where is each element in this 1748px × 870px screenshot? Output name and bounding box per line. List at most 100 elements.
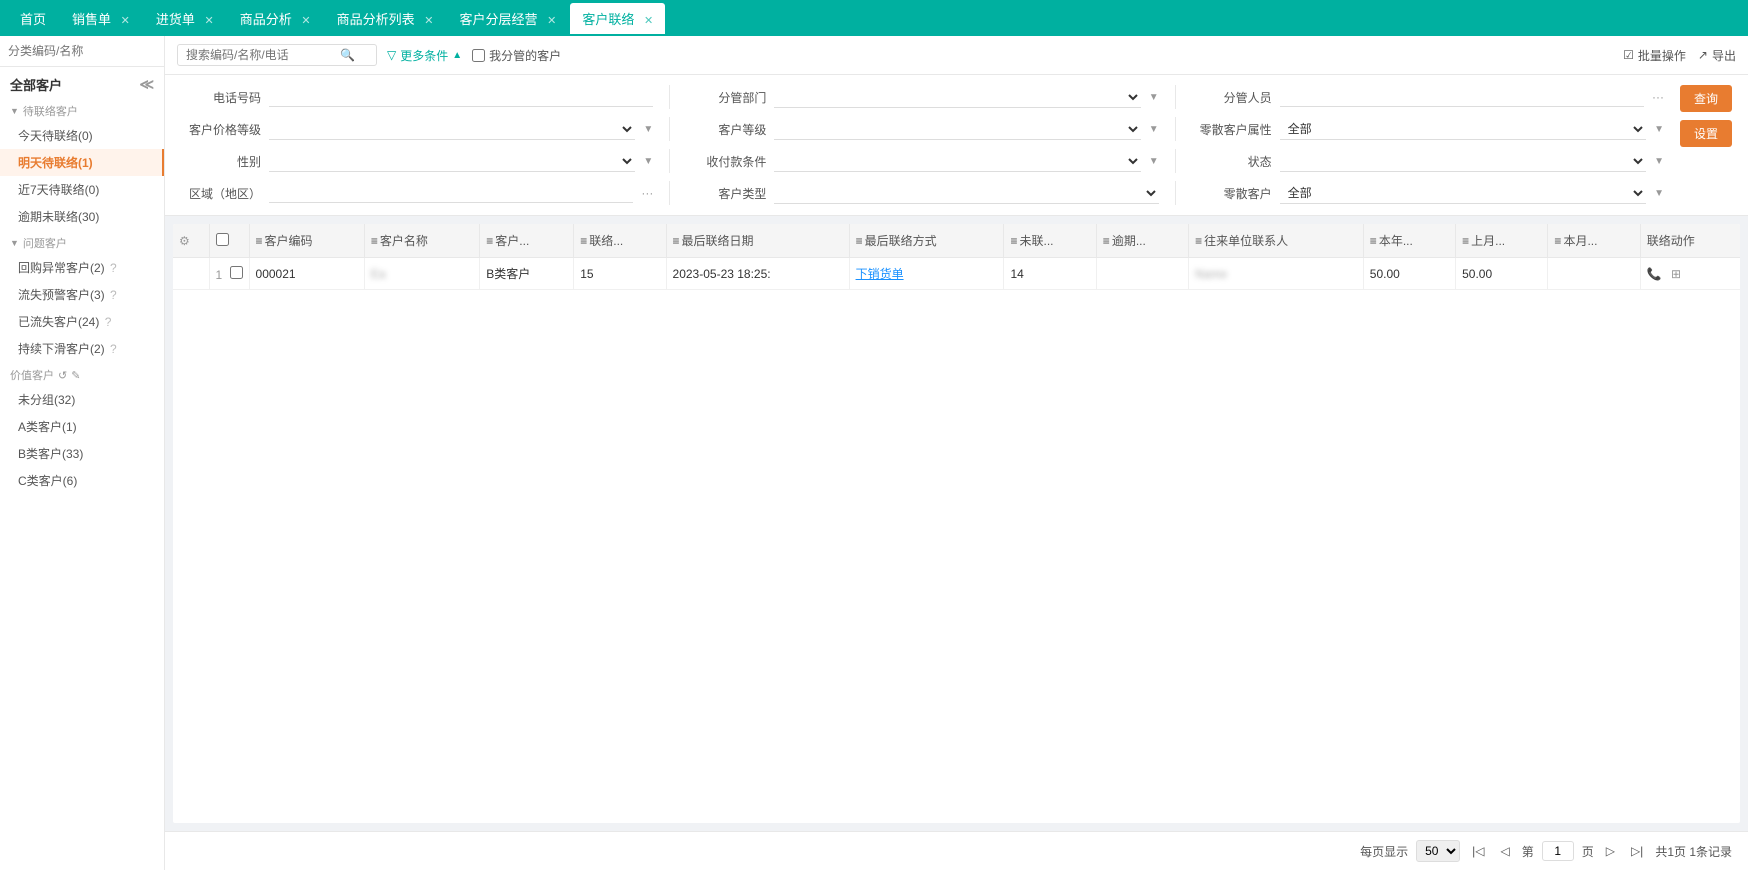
- region-more-icon[interactable]: ···: [641, 186, 653, 200]
- sort-last-month[interactable]: ≡ 上月...: [1462, 232, 1541, 249]
- retail-customer-select[interactable]: 全部: [1280, 183, 1646, 204]
- action-more-icon[interactable]: ⊞: [1671, 267, 1681, 281]
- export-icon: ↗: [1698, 48, 1708, 62]
- sidebar-item-continuous-decrease[interactable]: 持续下滑客户(2) ?: [0, 335, 164, 362]
- filter-actions: 查询 设置: [1680, 85, 1732, 147]
- person-input[interactable]: [1280, 88, 1644, 107]
- divider-3: [669, 117, 670, 141]
- nav-product-analysis[interactable]: 商品分析 ✕: [228, 3, 323, 34]
- nav-sales[interactable]: 销售单 ✕: [60, 3, 142, 34]
- sidebar-item-lost[interactable]: 已流失客户(24) ?: [0, 308, 164, 335]
- sort-customer-name[interactable]: ≡ 客户名称: [371, 232, 473, 249]
- table-row: 1 000021 Ea B类客户 15 2023-05-23 18:25: 下销…: [173, 258, 1740, 290]
- help-icon-3[interactable]: ?: [105, 315, 112, 329]
- sort-this-year[interactable]: ≡ 本年...: [1370, 232, 1449, 249]
- edit-icon[interactable]: ✎: [71, 369, 80, 382]
- pending-contact-section: 待联络客户: [0, 98, 164, 122]
- help-icon-4[interactable]: ?: [110, 342, 117, 356]
- batch-operation-btn[interactable]: ☑ 批量操作: [1623, 47, 1686, 64]
- payment-select[interactable]: [774, 151, 1140, 172]
- sidebar-item-class-a[interactable]: A类客户(1): [0, 413, 164, 440]
- settings-icon[interactable]: ⚙: [179, 234, 190, 248]
- per-page-select[interactable]: 50: [1416, 840, 1460, 862]
- retail-customer-label: 零散客户: [1192, 185, 1272, 202]
- nav-home[interactable]: 首页: [8, 3, 58, 34]
- page-prev-btn[interactable]: ◁: [1496, 842, 1513, 860]
- sort-uncontacted[interactable]: ≡ 未联...: [1010, 232, 1089, 249]
- close-purchase-icon[interactable]: ✕: [205, 15, 214, 27]
- sort-customer-type[interactable]: ≡ 客户...: [486, 232, 567, 249]
- query-button[interactable]: 查询: [1680, 85, 1732, 112]
- sort-overdue[interactable]: ≡ 逾期...: [1103, 232, 1182, 249]
- divider-2: [1175, 85, 1176, 109]
- person-more-icon[interactable]: ···: [1652, 90, 1664, 104]
- sort-contact-person[interactable]: ≡ 往来单位联系人: [1195, 232, 1357, 249]
- filter-cell-payment: 收付款条件 ▼: [686, 151, 1158, 172]
- close-product-analysis-list-icon[interactable]: ✕: [424, 15, 433, 27]
- select-all-checkbox[interactable]: [216, 233, 229, 246]
- dept-select[interactable]: [774, 87, 1140, 108]
- nav-customer-contact[interactable]: 客户联络 ✕: [570, 3, 665, 34]
- page-input[interactable]: [1542, 841, 1574, 861]
- sort-last-contact-date[interactable]: ≡ 最后联络日期: [673, 232, 843, 249]
- help-icon-2[interactable]: ?: [110, 288, 117, 302]
- sidebar-item-class-c[interactable]: C类客户(6): [0, 467, 164, 494]
- sidebar-item-week-contact[interactable]: 近7天待联络(0): [0, 176, 164, 203]
- help-icon-1[interactable]: ?: [110, 261, 117, 275]
- gender-select[interactable]: [269, 151, 635, 172]
- divider-1: [669, 85, 670, 109]
- page-next-next-btn[interactable]: ▷|: [1627, 842, 1647, 860]
- search-icon[interactable]: 🔍: [340, 48, 355, 62]
- sidebar-item-today-contact[interactable]: 今天待联络(0): [0, 122, 164, 149]
- region-input[interactable]: [269, 184, 633, 203]
- sidebar-search-input[interactable]: [8, 44, 163, 58]
- phone-input[interactable]: [269, 88, 653, 107]
- page-next-btn[interactable]: ▷: [1602, 842, 1619, 860]
- search-input[interactable]: [186, 48, 336, 62]
- refresh-icon[interactable]: ↺: [58, 369, 67, 382]
- nav-product-analysis-list[interactable]: 商品分析列表 ✕: [325, 3, 446, 34]
- sort-this-month[interactable]: ≡ 本月...: [1554, 232, 1633, 249]
- content-area: 🔍 ▽ 更多条件 ▲ 我分管的客户 ☑ 批量操作 ↗ 导出: [165, 36, 1748, 870]
- customer-type-select[interactable]: [774, 183, 1158, 204]
- filter-cell-retail-attr: 零散客户属性 全部 ▼: [1192, 119, 1664, 140]
- th-uncontacted: ≡ 未联...: [1004, 224, 1096, 258]
- per-page-label: 每页显示: [1360, 843, 1408, 860]
- action-phone-icon[interactable]: 📞: [1647, 267, 1662, 281]
- sort-contact-count[interactable]: ≡ 联络...: [580, 232, 659, 249]
- td-code: 000021: [249, 258, 364, 290]
- sidebar-item-class-b[interactable]: B类客户(33): [0, 440, 164, 467]
- set-button[interactable]: 设置: [1680, 120, 1732, 147]
- close-product-analysis-icon[interactable]: ✕: [301, 15, 310, 27]
- more-filters-btn[interactable]: ▽ 更多条件 ▲: [387, 47, 462, 64]
- last-method-link[interactable]: 下销货单: [856, 267, 904, 281]
- sidebar-item-repurchase-abnormal[interactable]: 回购异常客户(2) ?: [0, 254, 164, 281]
- sidebar-item-tomorrow-contact[interactable]: 明天待联络(1): [0, 149, 164, 176]
- customer-level-select[interactable]: [774, 119, 1140, 140]
- top-navigation: 首页 销售单 ✕ 进货单 ✕ 商品分析 ✕ 商品分析列表 ✕ 客户分层经营 ✕ …: [0, 0, 1748, 36]
- status-select[interactable]: [1280, 151, 1646, 172]
- retail-attr-label: 零散客户属性: [1192, 121, 1272, 138]
- th-checkbox: [209, 224, 249, 258]
- nav-purchase[interactable]: 进货单 ✕: [144, 3, 226, 34]
- value-level-label: 客户价格等级: [181, 121, 261, 138]
- close-customer-tier-icon[interactable]: ✕: [547, 15, 556, 27]
- filter-row-3: 性别 ▼ 收付款条件 ▼: [181, 149, 1664, 173]
- close-customer-contact-icon[interactable]: ✕: [644, 15, 653, 27]
- page-prev-prev-btn[interactable]: |◁: [1468, 842, 1488, 860]
- sidebar-item-overdue-contact[interactable]: 逾期未联络(30): [0, 203, 164, 230]
- collapse-icon[interactable]: ≪: [139, 76, 154, 93]
- retail-attr-select[interactable]: 全部: [1280, 119, 1646, 140]
- sidebar-item-lost-risk[interactable]: 流失预警客户(3) ?: [0, 281, 164, 308]
- sort-customer-code[interactable]: ≡ 客户编码: [256, 232, 358, 249]
- td-actions: 📞 ⊞: [1640, 258, 1740, 290]
- sidebar-item-unclassified[interactable]: 未分组(32): [0, 386, 164, 413]
- customer-name-value: Ea: [371, 267, 386, 281]
- sort-last-contact-method[interactable]: ≡ 最后联络方式: [856, 232, 998, 249]
- row-checkbox[interactable]: [230, 266, 243, 279]
- close-sales-icon[interactable]: ✕: [121, 15, 130, 27]
- my-customers-checkbox[interactable]: [472, 49, 485, 62]
- value-level-select[interactable]: [269, 119, 635, 140]
- export-btn[interactable]: ↗ 导出: [1698, 47, 1736, 64]
- nav-customer-tier[interactable]: 客户分层经营 ✕: [447, 3, 568, 34]
